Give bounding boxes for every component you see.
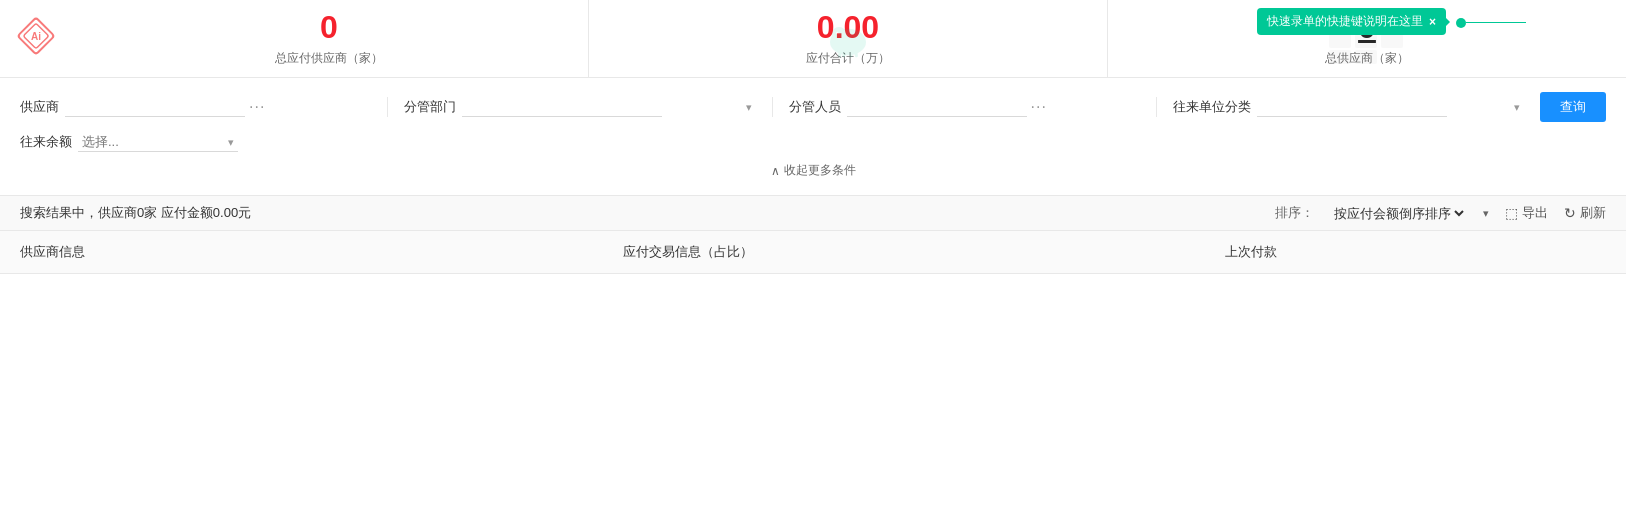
filter-row-2: 往来余额 ▾ (20, 132, 1606, 152)
total-payable-suppliers-count: 0 (320, 10, 338, 45)
divider-1 (387, 97, 388, 117)
table-header: 供应商信息 应付交易信息（占比） 上次付款 (0, 231, 1626, 274)
export-icon: ⬚ (1505, 205, 1518, 221)
results-bar: 搜索结果中，供应商0家 应付金额0.00元 排序： 按应付会额倒序排序 ▾ ⬚ … (0, 196, 1626, 231)
balance-label: 往来余额 (20, 133, 72, 151)
payable-total-item: 0.00 应付合计（万） (589, 0, 1108, 77)
total-suppliers-item: 快速录单的快捷键说明在这里 × 0 总供应商（家） (1108, 0, 1626, 77)
balance-filter: 往来余额 ▾ (20, 132, 238, 152)
person-label: 分管人员 (789, 98, 841, 116)
query-button[interactable]: 查询 (1540, 92, 1606, 122)
total-payable-suppliers-label: 总应付供应商（家） (275, 50, 383, 67)
collapse-label: 收起更多条件 (784, 162, 856, 179)
tooltip-close[interactable]: × (1429, 15, 1436, 29)
svg-rect-15 (1355, 50, 1377, 64)
dept-input[interactable] (462, 97, 662, 117)
svg-rect-11 (1329, 34, 1351, 48)
tooltip-dot (1456, 18, 1466, 28)
collapse-icon: ∧ (771, 164, 780, 178)
person-input[interactable] (847, 97, 1027, 117)
supplier-input[interactable] (65, 97, 245, 117)
divider-3 (1156, 97, 1157, 117)
divider-2 (772, 97, 773, 117)
refresh-button[interactable]: ↻ 刷新 (1564, 204, 1606, 222)
col-payable-header: 应付交易信息（占比） (623, 243, 1226, 261)
results-prefix: 搜索结果中，供应商 (20, 205, 137, 220)
results-actions: 排序： 按应付会额倒序排序 ▾ ⬚ 导出 ↻ 刷新 (1275, 204, 1606, 222)
total-payable-suppliers-item: 0 总应付供应商（家） (0, 0, 589, 77)
tooltip-bubble: 快速录单的快捷键说明在这里 × (1257, 8, 1446, 35)
unit-class-input[interactable] (1257, 97, 1447, 117)
balance-input[interactable] (78, 132, 238, 152)
supplier-label: 供应商 (20, 98, 59, 116)
unit-class-label: 往来单位分类 (1173, 98, 1251, 116)
refresh-label: 刷新 (1580, 204, 1606, 222)
collapse-bar: ∧ 收起更多条件 (20, 158, 1606, 187)
dept-select-wrapper: ▾ (462, 97, 755, 117)
table-body (0, 274, 1626, 515)
chevron-sort-icon: ▾ (1483, 207, 1489, 220)
svg-rect-13 (1381, 34, 1403, 48)
dept-label: 分管部门 (404, 98, 456, 116)
sort-label: 排序： (1275, 204, 1314, 222)
tooltip-line (1466, 22, 1526, 23)
filter-area: 供应商 ··· 分管部门 ▾ 分管人员 ··· 往来单位分类 ▾ (0, 78, 1626, 196)
person-dots[interactable]: ··· (1031, 98, 1047, 116)
logo-diamond: Ai (10, 10, 62, 65)
svg-point-7 (836, 31, 838, 33)
sort-select[interactable]: 按应付会额倒序排序 (1330, 205, 1467, 222)
svg-rect-6 (855, 37, 862, 42)
refresh-icon: ↻ (1564, 205, 1576, 221)
dept-chevron-icon: ▾ (746, 101, 752, 114)
summary-bar: Ai 0 总应付供应商（家） 0.00 应付合计（万） 快速录单的快捷键说明在这… (0, 0, 1626, 78)
unit-class-filter: 往来单位分类 ▾ (1173, 97, 1524, 117)
person-filter: 分管人员 ··· (789, 97, 1140, 117)
tooltip-text: 快速录单的快捷键说明在这里 (1267, 13, 1423, 30)
collapse-button[interactable]: ∧ 收起更多条件 (771, 162, 856, 179)
export-label: 导出 (1522, 204, 1548, 222)
col-lastpay-header: 上次付款 (1225, 243, 1606, 261)
unit-class-chevron-icon: ▾ (1514, 101, 1520, 114)
piggy-icon (818, 9, 878, 69)
results-amount: 0.00元 (213, 205, 251, 220)
results-supplier-count: 0家 (137, 205, 157, 220)
svg-text:Ai: Ai (31, 31, 41, 42)
filter-row-1: 供应商 ··· 分管部门 ▾ 分管人员 ··· 往来单位分类 ▾ (20, 92, 1606, 122)
unit-class-select-wrapper: ▾ (1257, 97, 1524, 117)
supplier-filter: 供应商 ··· (20, 97, 371, 117)
export-button[interactable]: ⬚ 导出 (1505, 204, 1548, 222)
dept-filter: 分管部门 ▾ (404, 97, 755, 117)
svg-rect-14 (1329, 50, 1351, 64)
results-text: 搜索结果中，供应商0家 应付金额0.00元 (20, 204, 251, 222)
col-supplier-header: 供应商信息 (20, 243, 623, 261)
supplier-dots[interactable]: ··· (249, 98, 265, 116)
balance-select-wrapper: ▾ (78, 132, 238, 152)
svg-rect-12 (1355, 34, 1377, 48)
results-middle: 应付金额 (157, 205, 213, 220)
table-area: 供应商信息 应付交易信息（占比） 上次付款 (0, 231, 1626, 515)
